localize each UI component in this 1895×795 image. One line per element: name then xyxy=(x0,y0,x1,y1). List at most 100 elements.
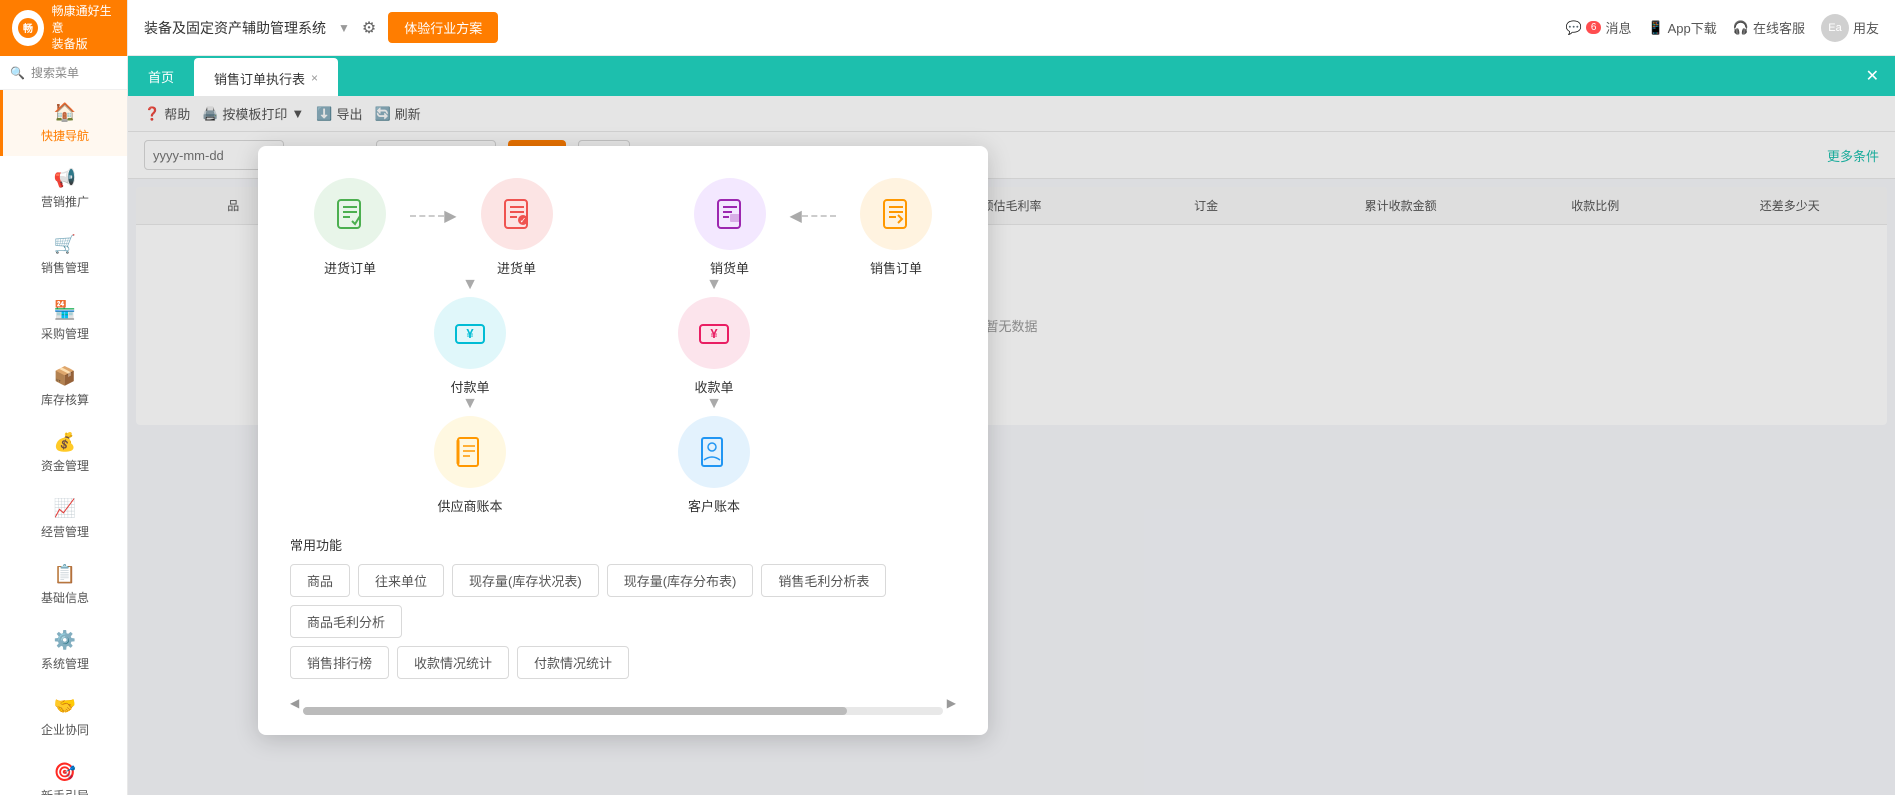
app-download-icon: 📱 xyxy=(1647,20,1663,36)
search-icon: 🔍 xyxy=(10,66,25,80)
sidebar-item-finance[interactable]: 💰 资金管理 xyxy=(0,420,127,486)
purchase-order-circle xyxy=(314,178,386,250)
quick-nav-icon: 🏠 xyxy=(54,102,76,123)
sidebar: 畅 畅康通好生意 装备版 🔍 搜索菜单 🏠 快捷导航 📢 营销推广 🛒 xyxy=(0,0,128,795)
app-download-label: App下载 xyxy=(1668,18,1717,37)
tab-sales-order[interactable]: 销售订单执行表 × xyxy=(194,58,338,98)
scroll-right-icon[interactable]: ▶ xyxy=(947,696,956,710)
dropdown-icon[interactable]: ▼ xyxy=(338,21,350,35)
func-btn-partner[interactable]: 往来单位 xyxy=(358,564,444,597)
user-item[interactable]: Ea 用友 xyxy=(1821,14,1879,42)
sidebar-item-purchase[interactable]: 🏪 采购管理 xyxy=(0,288,127,354)
func-btn-sales-ranking[interactable]: 销售排行榜 xyxy=(290,646,389,679)
customer-account-circle xyxy=(678,416,750,488)
marketing-icon: 📢 xyxy=(54,168,76,189)
purchase-order-label: 进货订单 xyxy=(324,258,376,277)
workflow-diagram: 进货订单 ▶ xyxy=(290,178,956,515)
svg-text:畅: 畅 xyxy=(23,22,33,35)
tab-bar: 首页 销售订单执行表 × ✕ xyxy=(128,56,1895,96)
purchase-icon: 🏪 xyxy=(54,300,76,321)
online-service-item[interactable]: 🎧 在线客服 xyxy=(1733,18,1805,37)
tab-sales-order-label: 销售订单执行表 xyxy=(214,69,305,88)
sidebar-item-label: 系统管理 xyxy=(41,655,89,672)
sidebar-item-label: 快捷导航 xyxy=(41,127,89,144)
sidebar-item-inventory[interactable]: 📦 库存核算 xyxy=(0,354,127,420)
sidebar-item-sales[interactable]: 🛒 销售管理 xyxy=(0,222,127,288)
purchase-bill-label: 进货单 xyxy=(497,258,536,277)
enterprise-icon: 🤝 xyxy=(54,696,76,717)
payment-bill-node: ¥ 付款单 xyxy=(410,297,530,396)
customer-account-node: 客户账本 xyxy=(654,416,774,515)
tab-home[interactable]: 首页 xyxy=(128,56,194,96)
sidebar-item-system[interactable]: ⚙️ 系统管理 xyxy=(0,618,127,684)
func-buttons-row2: 销售排行榜 收款情况统计 付款情况统计 xyxy=(290,646,956,679)
sidebar-item-label: 库存核算 xyxy=(41,391,89,408)
sidebar-item-label: 基础信息 xyxy=(41,589,89,606)
purchase-bill-circle: ✓ xyxy=(481,178,553,250)
svg-text:¥: ¥ xyxy=(466,326,474,341)
func-btn-collection-stats[interactable]: 收款情况统计 xyxy=(397,646,509,679)
func-btn-inventory-status[interactable]: 现存量(库存状况表) xyxy=(452,564,599,597)
sidebar-item-basic-info[interactable]: 📋 基础信息 xyxy=(0,552,127,618)
sidebar-item-label: 营销推广 xyxy=(41,193,89,210)
svg-text:¥: ¥ xyxy=(710,326,718,341)
online-service-label: 在线客服 xyxy=(1753,18,1805,37)
func-buttons-row1: 商品 往来单位 现存量(库存状况表) 现存量(库存分布表) 销售毛利分析表 商品… xyxy=(290,564,956,638)
sales-bill-node: 销货单 xyxy=(670,178,790,277)
svg-text:✓: ✓ xyxy=(519,216,526,225)
sidebar-item-label: 资金管理 xyxy=(41,457,89,474)
message-badge: 6 xyxy=(1586,21,1602,34)
guide-icon: 🎯 xyxy=(54,762,76,783)
sidebar-item-operation[interactable]: 📈 经营管理 xyxy=(0,486,127,552)
trial-button[interactable]: 体验行业方案 xyxy=(388,12,498,43)
common-functions: 常用功能 商品 往来单位 现存量(库存状况表) 现存量(库存分布表) 销售毛利分… xyxy=(290,535,956,679)
message-label: 消息 xyxy=(1605,18,1631,37)
popup-scrollbar[interactable] xyxy=(303,707,943,715)
sidebar-item-guide[interactable]: 🎯 新手引导 xyxy=(0,750,127,795)
func-btn-payment-stats[interactable]: 付款情况统计 xyxy=(517,646,629,679)
func-btn-inventory-dist[interactable]: 现存量(库存分布表) xyxy=(607,564,754,597)
tab-bar-close-icon[interactable]: ✕ xyxy=(1866,66,1879,86)
common-functions-title: 常用功能 xyxy=(290,535,956,554)
sales-order-node: 销售订单 xyxy=(836,178,956,277)
sidebar-logo: 畅 畅康通好生意 装备版 xyxy=(0,0,127,56)
sidebar-item-label: 新手引导 xyxy=(41,787,89,795)
sales-order-label: 销售订单 xyxy=(870,258,922,277)
sales-bill-label: 销货单 xyxy=(710,258,749,277)
receipt-bill-node: ¥ 收款单 xyxy=(654,297,774,396)
sidebar-item-label: 经营管理 xyxy=(41,523,89,540)
online-service-icon: 🎧 xyxy=(1733,20,1749,36)
search-menu[interactable]: 🔍 搜索菜单 xyxy=(0,56,127,90)
sidebar-item-label: 企业协同 xyxy=(41,721,89,738)
supplier-account-label: 供应商账本 xyxy=(437,496,502,515)
sidebar-item-enterprise[interactable]: 🤝 企业协同 xyxy=(0,684,127,750)
app-download-item[interactable]: 📱 App下载 xyxy=(1647,18,1716,37)
settings-icon[interactable]: ⚙ xyxy=(362,18,376,38)
scroll-left-icon[interactable]: ◀ xyxy=(290,696,299,710)
sidebar-item-quick-nav[interactable]: 🏠 快捷导航 xyxy=(0,90,127,156)
system-title: 装备及固定资产辅助管理系统 xyxy=(144,18,326,38)
message-icon: 💬 xyxy=(1566,20,1582,36)
func-btn-product[interactable]: 商品 xyxy=(290,564,350,597)
supplier-account-circle xyxy=(434,416,506,488)
workflow-popup: 进货订单 ▶ xyxy=(258,146,988,735)
user-label: 用友 xyxy=(1853,18,1879,37)
payment-bill-label: 付款单 xyxy=(450,377,489,396)
purchase-bill-node: ✓ 进货单 xyxy=(457,178,577,277)
content-area: ❓ 帮助 🖨️ 按模板打印 ▼ ⬇️ 导出 🔄 刷新 xyxy=(128,96,1895,795)
logo-icon: 畅 xyxy=(12,10,44,46)
sidebar-item-label: 销售管理 xyxy=(41,259,89,276)
tab-close-icon[interactable]: × xyxy=(311,71,318,85)
sidebar-item-marketing[interactable]: 📢 营销推广 xyxy=(0,156,127,222)
func-btn-product-profit[interactable]: 商品毛利分析 xyxy=(290,605,402,638)
operation-icon: 📈 xyxy=(54,498,76,519)
purchase-order-node: 进货订单 xyxy=(290,178,410,277)
message-item[interactable]: 💬 6 消息 xyxy=(1566,18,1632,37)
func-btn-sales-profit-analysis[interactable]: 销售毛利分析表 xyxy=(761,564,886,597)
receipt-bill-circle: ¥ xyxy=(678,297,750,369)
scrollbar-thumb xyxy=(303,707,847,715)
sidebar-item-label: 采购管理 xyxy=(41,325,89,342)
main-content: 装备及固定资产辅助管理系统 ▼ ⚙ 体验行业方案 💬 6 消息 📱 App下载 … xyxy=(128,0,1895,795)
inventory-icon: 📦 xyxy=(54,366,76,387)
tab-home-label: 首页 xyxy=(148,67,174,86)
